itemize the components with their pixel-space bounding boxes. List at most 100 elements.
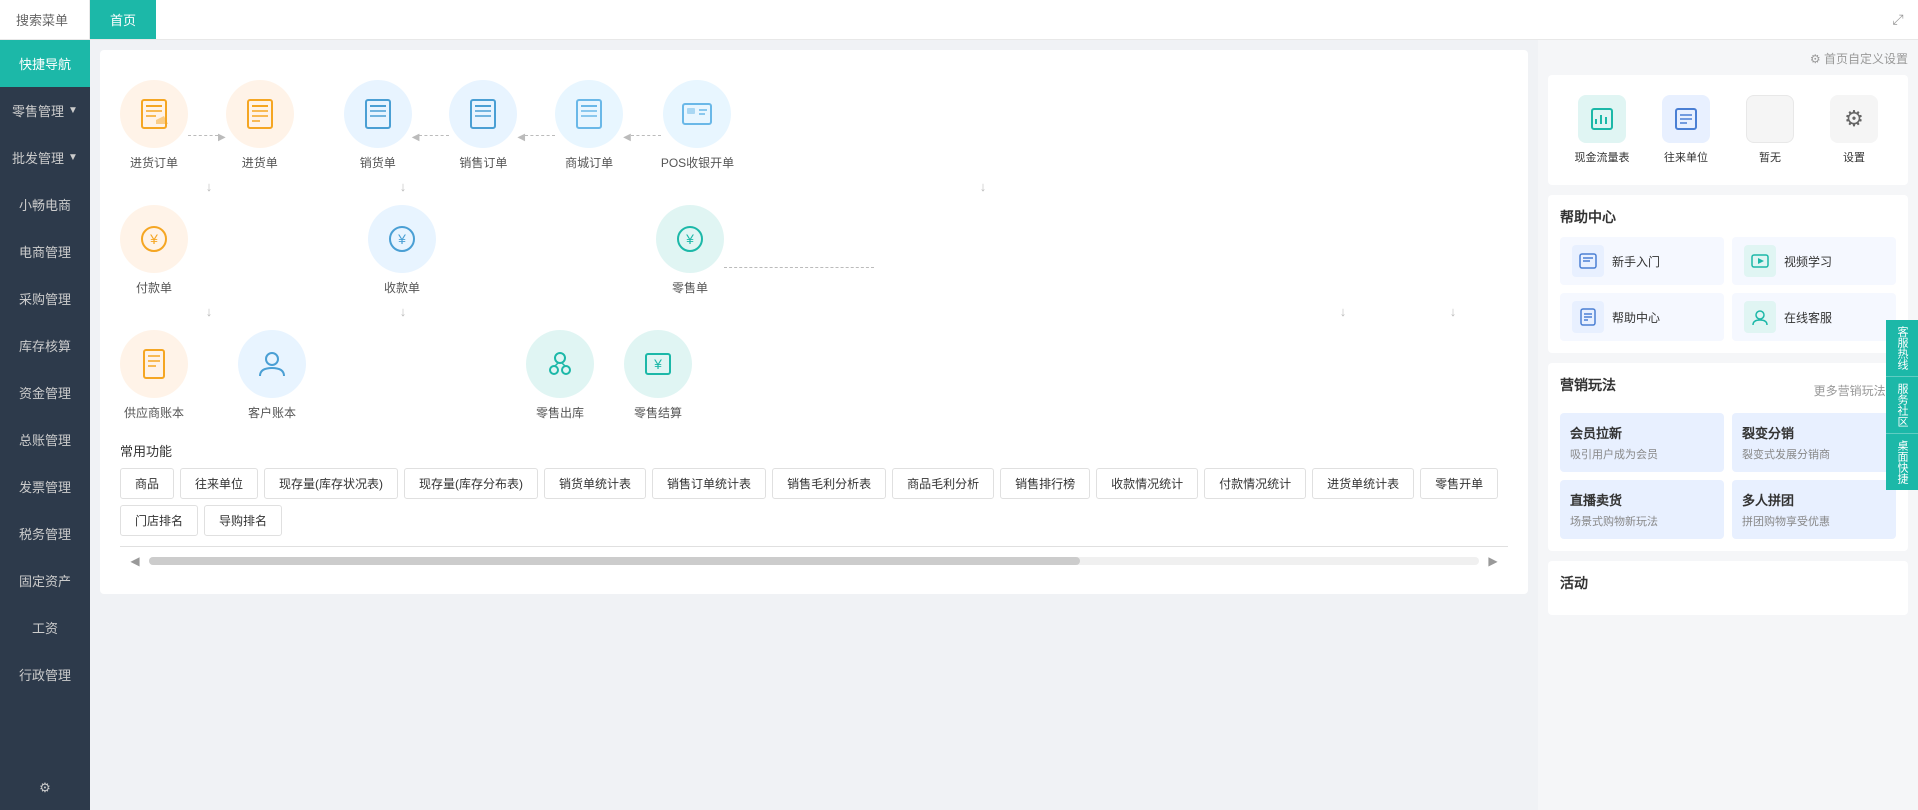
node-supplier-ledger[interactable]: 供应商账本 (120, 330, 188, 421)
v-arrow-mall: ↓ (980, 179, 987, 201)
sidebar-item-assets[interactable]: 固定资产 (0, 557, 90, 604)
func-btn-goods-profit[interactable]: 商品毛利分析 (892, 468, 994, 499)
marketing-header: 营销玩法 更多营销玩法 > (1560, 375, 1896, 405)
sidebar-item-finance[interactable]: 资金管理 (0, 369, 90, 416)
func-btn-stock1[interactable]: 现存量(库存状况表) (264, 468, 398, 499)
expand-icon[interactable]: ⤢ (1888, 10, 1908, 30)
arrow-mall-to-sales (517, 128, 555, 171)
float-btn-service[interactable]: 客服热线 (1886, 320, 1918, 377)
func-btn-sales-rank[interactable]: 销售排行榜 (1000, 468, 1090, 499)
func-btn-goods[interactable]: 商品 (120, 468, 174, 499)
content-area: 进货订单 进货单 (90, 40, 1918, 810)
help-item-video[interactable]: 视频学习 (1732, 237, 1896, 285)
quick-nav-card: 进货订单 进货单 (100, 50, 1528, 594)
v-arrow-retail: ↓ (1340, 304, 1347, 326)
quick-access-section: 现金流量表 往来单位 暂无 ⚙ 设置 (1548, 75, 1908, 185)
func-btn-sales-order-stat[interactable]: 销售订单统计表 (652, 468, 766, 499)
marketing-title-member: 会员拉新 (1570, 423, 1714, 442)
sidebar-item-admin[interactable]: 行政管理 (0, 651, 90, 698)
sidebar-item-ecommerce-small[interactable]: 小畅电商 (0, 181, 90, 228)
sidebar-item-quick-nav[interactable]: 快捷导航 (0, 40, 90, 87)
func-btn-sales-stat[interactable]: 销货单统计表 (544, 468, 646, 499)
sidebar-item-salary[interactable]: 工资 (0, 604, 90, 651)
help-item-beginner[interactable]: 新手入门 (1560, 237, 1724, 285)
sidebar-item-ledger[interactable]: 总账管理 (0, 416, 90, 463)
func-btn-purchase-stat[interactable]: 进货单统计表 (1312, 468, 1414, 499)
sidebar-item-ecommerce[interactable]: 电商管理 (0, 228, 90, 275)
qa-item-cashflow[interactable]: 现金流量表 (1560, 87, 1644, 173)
help-label-video: 视频学习 (1784, 253, 1832, 270)
func-btn-guide-rank[interactable]: 导购排名 (204, 505, 282, 536)
func-btn-sales-profit[interactable]: 销售毛利分析表 (772, 468, 886, 499)
node-purchase-order[interactable]: 进货订单 (120, 80, 188, 171)
v-arrow-sales: ↓ (400, 179, 407, 201)
qa-item-partner[interactable]: 往来单位 (1644, 87, 1728, 173)
marketing-section: 营销玩法 更多营销玩法 > 会员拉新 吸引用户成为会员 裂变分销 裂变式发展分销… (1548, 363, 1908, 551)
marketing-desc-group: 拼团购物享受优惠 (1742, 513, 1886, 529)
empty-icon (1746, 95, 1794, 143)
right-panel: ⚙ 首页自定义设置 现金流量表 往来单位 (1538, 40, 1918, 810)
qa-item-empty[interactable]: 暂无 (1728, 87, 1812, 173)
node-retail-bill[interactable]: ¥ 零售单 (656, 205, 724, 296)
bottom-scroll-bar: ◀ ▶ (120, 546, 1508, 574)
node-customer-ledger[interactable]: 客户账本 (238, 330, 306, 421)
sidebar-item-purchase[interactable]: 采购管理 (0, 275, 90, 322)
svg-text:¥: ¥ (149, 231, 158, 247)
marketing-item-member[interactable]: 会员拉新 吸引用户成为会员 (1560, 413, 1724, 472)
node-payment-bill[interactable]: ¥ 付款单 (120, 205, 188, 296)
help-item-online-service[interactable]: 在线客服 (1732, 293, 1896, 341)
chevron-down-icon: ▼ (68, 152, 78, 163)
marketing-item-fission[interactable]: 裂变分销 裂变式发展分销商 (1732, 413, 1896, 472)
v-arrow-receipt: ↓ (400, 304, 407, 326)
qa-item-settings[interactable]: ⚙ 设置 (1812, 87, 1896, 173)
marketing-item-live[interactable]: 直播卖货 场景式购物新玩法 (1560, 480, 1724, 539)
help-item-helpcenter[interactable]: 帮助中心 (1560, 293, 1724, 341)
settings-icon[interactable]: ⚙ (0, 766, 90, 810)
search-menu[interactable]: 搜索菜单 (0, 0, 90, 39)
v-arrow-payment: ↓ (206, 304, 213, 326)
tab-home[interactable]: 首页 (90, 0, 156, 39)
help-label-helpcenter: 帮助中心 (1612, 309, 1660, 326)
float-buttons: 客服热线 服务社区 桌面快捷 (1886, 320, 1918, 490)
more-marketing-link[interactable]: 更多营销玩法 > (1814, 382, 1896, 399)
marketing-item-group[interactable]: 多人拼团 拼团购物享受优惠 (1732, 480, 1896, 539)
float-btn-desktop[interactable]: 桌面快捷 (1886, 434, 1918, 490)
func-btn-store-rank[interactable]: 门店排名 (120, 505, 198, 536)
marketing-desc-live: 场景式购物新玩法 (1570, 513, 1714, 529)
scroll-right-arrow[interactable]: ▶ (1483, 551, 1503, 571)
customize-link[interactable]: ⚙ 首页自定义设置 (1548, 50, 1908, 67)
scroll-track[interactable] (149, 557, 1479, 565)
func-btn-receipt-stat[interactable]: 收款情况统计 (1096, 468, 1198, 499)
float-btn-community[interactable]: 服务社区 (1886, 377, 1918, 434)
node-purchase-bill[interactable]: 进货单 (226, 80, 294, 171)
node-sales-bill[interactable]: 销货单 (344, 80, 412, 171)
node-sales-order[interactable]: 销售订单 (449, 80, 517, 171)
func-btn-retail-order[interactable]: 零售开单 (1420, 468, 1498, 499)
qa-label-cashflow: 现金流量表 (1575, 149, 1630, 165)
sidebar-item-invoice[interactable]: 发票管理 (0, 463, 90, 510)
func-btn-stock2[interactable]: 现存量(库存分布表) (404, 468, 538, 499)
sidebar-item-tax[interactable]: 税务管理 (0, 510, 90, 557)
sidebar-item-retail[interactable]: 零售管理 ▼ (0, 87, 90, 134)
sidebar-item-inventory[interactable]: 库存核算 (0, 322, 90, 369)
func-btn-partner[interactable]: 往来单位 (180, 468, 258, 499)
qa-label-empty: 暂无 (1759, 149, 1781, 165)
v-arrow-retail2: ↓ (1450, 304, 1457, 326)
quick-access-grid: 现金流量表 往来单位 暂无 ⚙ 设置 (1560, 87, 1896, 173)
node-mall-order[interactable]: 商城订单 (555, 80, 623, 171)
help-grid: 新手入门 视频学习 帮助中心 (1560, 237, 1896, 341)
marketing-title-live: 直播卖货 (1570, 490, 1714, 509)
marketing-grid: 会员拉新 吸引用户成为会员 裂变分销 裂变式发展分销商 直播卖货 场景式购物新玩… (1560, 413, 1896, 539)
svg-text:¥: ¥ (685, 231, 694, 247)
sidebar-item-wholesale[interactable]: 批发管理 ▼ (0, 134, 90, 181)
scroll-left-arrow[interactable]: ◀ (125, 551, 145, 571)
func-btn-payment-stat[interactable]: 付款情况统计 (1204, 468, 1306, 499)
top-bar: 搜索菜单 首页 ⤢ (0, 0, 1918, 40)
flow-diagram: 进货订单 进货单 (120, 70, 1508, 431)
node-retail-settlement[interactable]: ¥ 零售结算 (624, 330, 692, 421)
partner-icon (1662, 95, 1710, 143)
arrow-purchase-order-to-bill (188, 128, 226, 171)
node-receipt-bill[interactable]: ¥ 收款单 (368, 205, 436, 296)
node-pos-cashier[interactable]: POS收银开单 (661, 80, 734, 171)
node-retail-outbound[interactable]: 零售出库 (526, 330, 594, 421)
